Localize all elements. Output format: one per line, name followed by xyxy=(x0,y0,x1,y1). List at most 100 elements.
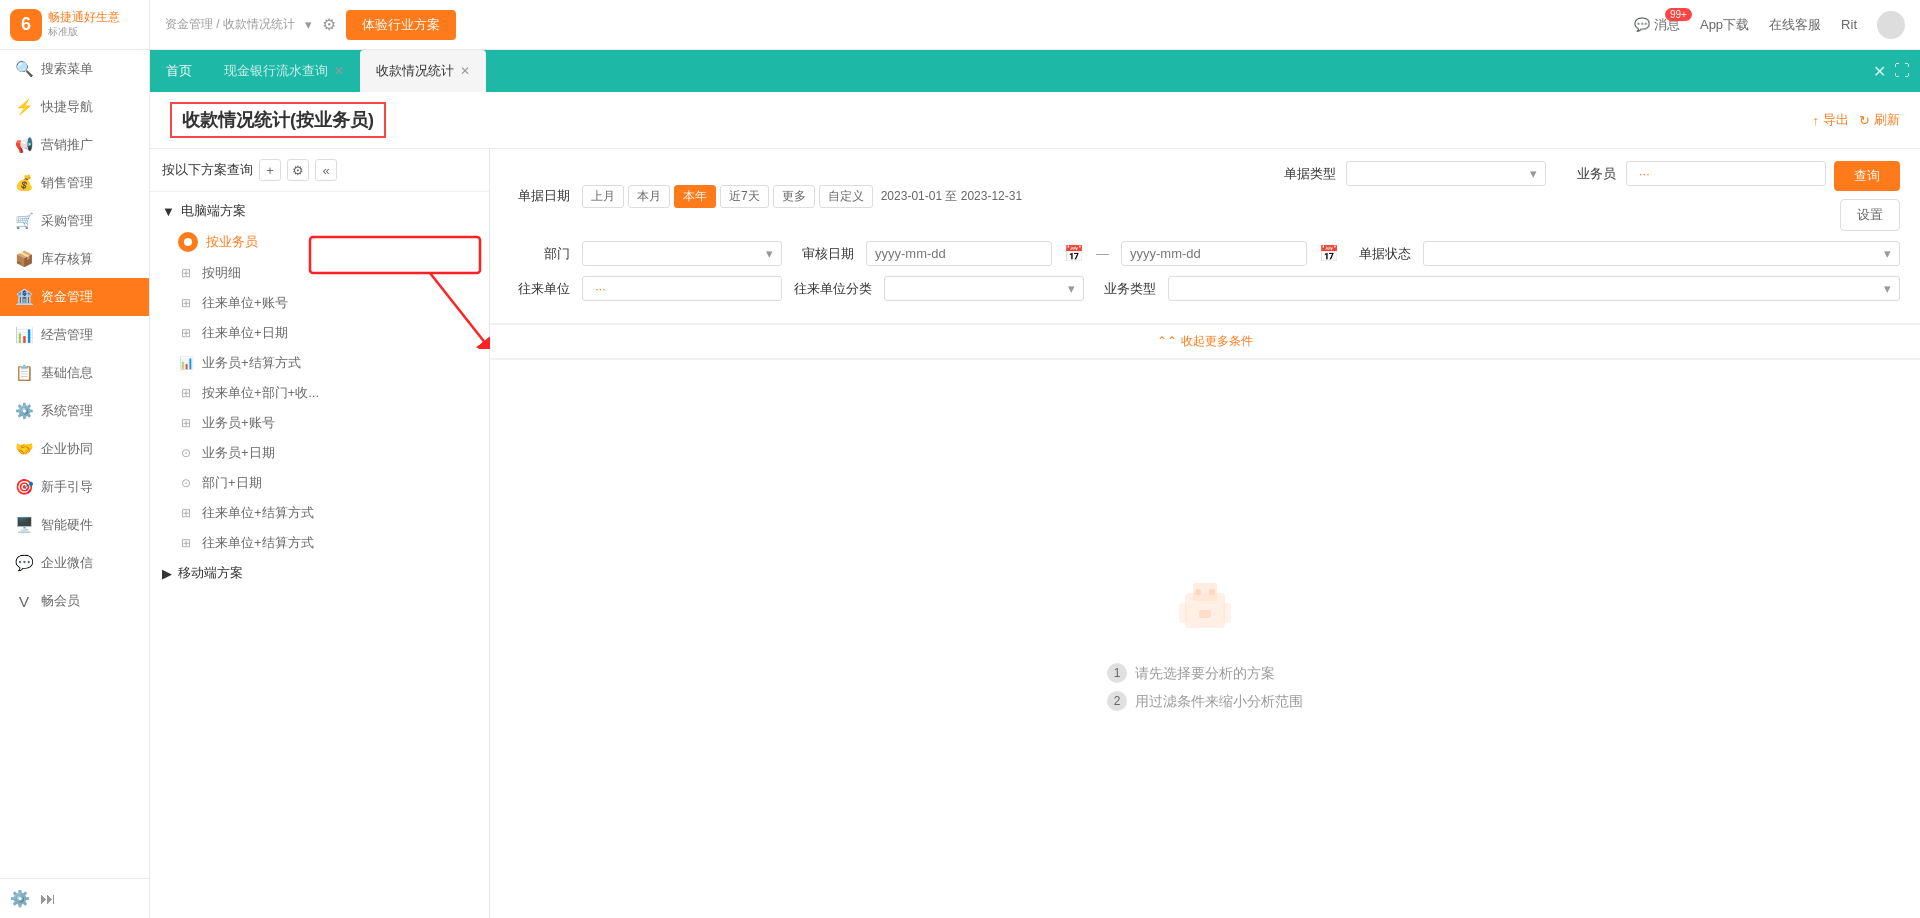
scheme-item-dept-date[interactable]: ⊙ 部门+日期 xyxy=(150,468,489,498)
tab-receipt-label: 收款情况统计 xyxy=(376,62,454,80)
scheme-group-mobile-header[interactable]: ▶ 移动端方案 xyxy=(150,558,489,588)
sidebar-item-label: 畅会员 xyxy=(41,592,80,610)
doc-status-select[interactable]: ▾ xyxy=(1423,241,1900,266)
sidebar-collapse-icon[interactable]: ⏭ xyxy=(40,890,56,908)
sidebar-item-wechat[interactable]: 💬 企业微信 xyxy=(0,544,149,582)
user-avatar[interactable] xyxy=(1877,11,1905,39)
sidebar-item-member[interactable]: V 畅会员 xyxy=(0,582,149,620)
breadcrumb: 资金管理 / 收款情况统计 xyxy=(165,16,295,33)
breadcrumb-dropdown-icon[interactable]: ▾ xyxy=(305,17,312,32)
sidebar: 6 畅捷通好生意 标准版 🔍 搜索菜单 ⚡ 快捷导航 📢 营销推广 💰 销售管理… xyxy=(0,0,150,918)
message-area[interactable]: 💬 消息 99+ xyxy=(1634,16,1680,34)
sidebar-item-system[interactable]: ⚙️ 系统管理 xyxy=(0,392,149,430)
scheme-item-counterpart-account-label: 往来单位+账号 xyxy=(202,294,288,312)
tab-bank[interactable]: 现金银行流水查询 ✕ xyxy=(208,50,360,92)
filter-settings-button[interactable]: 设置 xyxy=(1840,199,1900,231)
refresh-label: 刷新 xyxy=(1874,111,1900,129)
sidebar-item-hardware[interactable]: 🖥️ 智能硬件 xyxy=(0,506,149,544)
svg-point-5 xyxy=(1195,589,1201,595)
page-header: 收款情况统计(按业务员) ↑ 导出 ↻ 刷新 xyxy=(150,92,1920,149)
date-tab-last-month[interactable]: 上月 xyxy=(582,185,624,208)
sidebar-item-enterprise[interactable]: 🤝 企业协同 xyxy=(0,430,149,468)
tab-bank-close-icon[interactable]: ✕ xyxy=(334,64,344,78)
main-area: 资金管理 / 收款情况统计 ▾ ⚙ 体验行业方案 💬 消息 99+ App下载 … xyxy=(150,0,1920,918)
scheme-settings-button[interactable]: ⚙ xyxy=(287,159,309,181)
online-service-link[interactable]: 在线客服 xyxy=(1769,16,1821,34)
scheme-item-counterpart-settlement1[interactable]: ⊞ 往来单位+结算方式 xyxy=(150,498,489,528)
scheme-item-counterpart-settlement2[interactable]: ⊞ 往来单位+结算方式 xyxy=(150,528,489,558)
scheme-item-by-staff[interactable]: 按业务员 xyxy=(150,226,489,258)
collapse-up-icon: ⌃⌃ xyxy=(1157,334,1177,348)
header-settings-icon[interactable]: ⚙ xyxy=(322,15,336,34)
review-date-end-input[interactable] xyxy=(1121,241,1307,266)
sidebar-item-label: 智能硬件 xyxy=(41,516,93,534)
date-tab-this-month[interactable]: 本月 xyxy=(628,185,670,208)
header-left: 资金管理 / 收款情况统计 ▾ ⚙ 体验行业方案 xyxy=(165,10,456,40)
export-button[interactable]: ↑ 导出 xyxy=(1813,111,1850,129)
filter-area: 单据日期 上月 本月 本年 近7天 更多 自定义 2023-01-01 至 20… xyxy=(490,149,1920,323)
counterpart-category-select[interactable]: ▾ xyxy=(884,276,1084,301)
review-date-start-input[interactable] xyxy=(866,241,1052,266)
page-title: 收款情况统计(按业务员) xyxy=(170,102,386,138)
sidebar-item-marketing[interactable]: 📢 营销推广 xyxy=(0,126,149,164)
sidebar-item-inventory[interactable]: 📦 库存核算 xyxy=(0,240,149,278)
biz-type-chevron-icon: ▾ xyxy=(1884,281,1891,296)
svg-rect-9 xyxy=(1223,603,1231,623)
sidebar-item-search[interactable]: 🔍 搜索菜单 xyxy=(0,50,149,88)
scheme-panel: 按以下方案查询 + ⚙ « xyxy=(150,149,490,918)
empty-state: 1 请先选择要分析的方案 2 用过滤条件来缩小分析范围 xyxy=(490,360,1920,918)
date-tab-more[interactable]: 更多 xyxy=(773,185,815,208)
sales-icon: 💰 xyxy=(15,174,33,192)
tab-receipt-close-icon[interactable]: ✕ xyxy=(460,64,470,78)
sidebar-item-operations[interactable]: 📊 经营管理 xyxy=(0,316,149,354)
scheme-item-staff-account[interactable]: ⊞ 业务员+账号 xyxy=(150,408,489,438)
tab-fullscreen-icon[interactable]: ⛶ xyxy=(1894,62,1910,80)
scheme-item-by-detail[interactable]: ⊞ 按明细 xyxy=(150,258,489,288)
sidebar-item-guide[interactable]: 🎯 新手引导 xyxy=(0,468,149,506)
scheme-group-desktop-header[interactable]: ▼ 电脑端方案 xyxy=(150,196,489,226)
sidebar-item-finance[interactable]: 🏦 资金管理 xyxy=(0,278,149,316)
counterpart-more-icon[interactable]: ··· xyxy=(595,281,606,296)
refresh-button[interactable]: ↻ 刷新 xyxy=(1859,111,1900,129)
sidebar-item-sales[interactable]: 💰 销售管理 xyxy=(0,164,149,202)
sidebar-item-label: 快捷导航 xyxy=(41,98,93,116)
scheme-item-counterpart-account[interactable]: ⊞ 往来单位+账号 xyxy=(150,288,489,318)
staff-more-icon[interactable]: ··· xyxy=(1639,166,1650,181)
tab-receipt[interactable]: 收款情况统计 ✕ xyxy=(360,50,486,92)
scheme-item-staff-settlement[interactable]: 📊 业务员+结算方式 xyxy=(150,348,489,378)
date-range-display: 2023-01-01 至 2023-12-31 xyxy=(881,188,1022,205)
sidebar-item-label: 销售管理 xyxy=(41,174,93,192)
sidebar-settings-icon[interactable]: ⚙️ xyxy=(10,889,30,908)
step-1-num: 1 xyxy=(1107,663,1127,683)
biz-type-select[interactable]: ▾ xyxy=(1168,276,1900,301)
tab-home[interactable]: 首页 xyxy=(150,50,208,92)
trial-button[interactable]: 体验行业方案 xyxy=(346,10,456,40)
scheme-item-counterpart-date[interactable]: ⊞ 往来单位+日期 xyxy=(150,318,489,348)
staff-select[interactable]: ··· xyxy=(1626,161,1826,186)
collapse-bar[interactable]: ⌃⌃ 收起更多条件 xyxy=(490,324,1920,358)
date-tab-this-year[interactable]: 本年 xyxy=(674,185,716,208)
query-button[interactable]: 查询 xyxy=(1834,161,1900,191)
calendar1-icon: 📅 xyxy=(1064,244,1084,263)
inventory-icon: 📦 xyxy=(15,250,33,268)
app-download-link[interactable]: App下载 xyxy=(1700,16,1749,34)
sidebar-item-basic[interactable]: 📋 基础信息 xyxy=(0,354,149,392)
dept-select[interactable]: ▾ xyxy=(582,241,782,266)
counterpart-select[interactable]: ··· xyxy=(582,276,782,301)
chevron-right-icon: ▶ xyxy=(162,566,172,581)
sidebar-item-label: 库存核算 xyxy=(41,250,93,268)
tab-close-all-icon[interactable]: ✕ xyxy=(1873,62,1886,81)
refresh-icon: ↻ xyxy=(1859,113,1870,128)
scheme-item-staff-date[interactable]: ⊙ 业务员+日期 xyxy=(150,438,489,468)
scheme-item-counterpart-dept-label: 按来单位+部门+收... xyxy=(202,384,319,402)
sidebar-item-label: 系统管理 xyxy=(41,402,93,420)
scheme-collapse-button[interactable]: « xyxy=(315,159,337,181)
doc-type-select[interactable]: ▾ xyxy=(1346,161,1546,186)
date-tab-custom[interactable]: 自定义 xyxy=(819,185,873,208)
scheme-item-counterpart-dept[interactable]: ⊞ 按来单位+部门+收... xyxy=(150,378,489,408)
sidebar-item-purchase[interactable]: 🛒 采购管理 xyxy=(0,202,149,240)
sidebar-item-label: 基础信息 xyxy=(41,364,93,382)
sidebar-item-quicknav[interactable]: ⚡ 快捷导航 xyxy=(0,88,149,126)
scheme-add-button[interactable]: + xyxy=(259,159,281,181)
date-tab-7days[interactable]: 近7天 xyxy=(720,185,769,208)
